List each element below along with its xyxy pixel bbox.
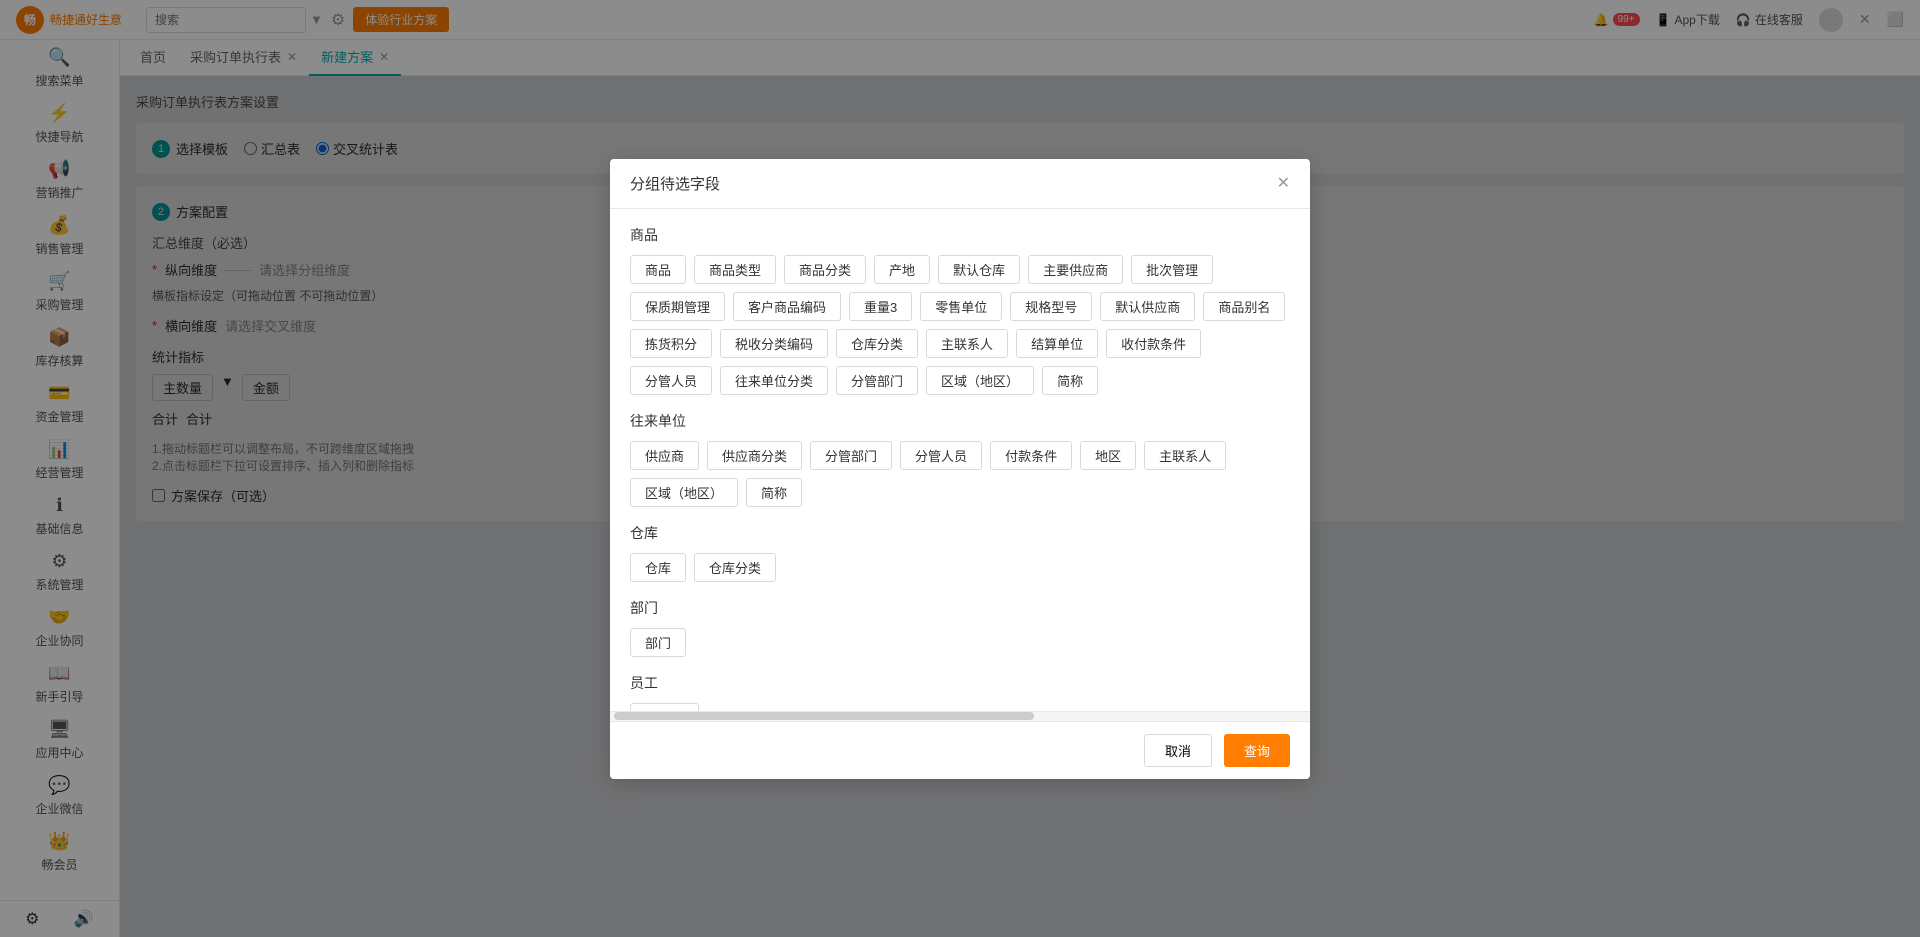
modal: 分组待选字段 ✕ 商品商品商品类型商品分类产地默认仓库主要供应商批次管理保质期管… (610, 159, 1310, 779)
field-item-0-18[interactable]: 结算单位 (1016, 329, 1098, 358)
field-item-0-13[interactable]: 商品别名 (1203, 292, 1285, 321)
field-item-0-22[interactable]: 分管部门 (836, 366, 918, 395)
confirm-button[interactable]: 查询 (1224, 734, 1290, 767)
field-item-0-19[interactable]: 收付款条件 (1106, 329, 1201, 358)
field-item-2-0[interactable]: 仓库 (630, 553, 686, 582)
field-item-0-20[interactable]: 分管人员 (630, 366, 712, 395)
field-item-4-0[interactable]: 业务员 (630, 703, 699, 711)
field-item-1-8[interactable]: 简称 (746, 478, 802, 507)
field-item-1-2[interactable]: 分管部门 (810, 441, 892, 470)
field-item-0-21[interactable]: 往来单位分类 (720, 366, 828, 395)
field-item-0-6[interactable]: 批次管理 (1131, 255, 1213, 284)
field-item-0-11[interactable]: 规格型号 (1010, 292, 1092, 321)
field-item-0-5[interactable]: 主要供应商 (1028, 255, 1123, 284)
modal-footer: 取消 查询 (610, 721, 1310, 779)
field-item-0-15[interactable]: 税收分类编码 (720, 329, 828, 358)
field-item-0-9[interactable]: 重量3 (849, 292, 912, 321)
field-item-0-3[interactable]: 产地 (874, 255, 930, 284)
field-group-2: 仓库仓库仓库分类 (630, 523, 1290, 582)
field-item-0-4[interactable]: 默认仓库 (938, 255, 1020, 284)
field-group-title-1: 往来单位 (630, 411, 1290, 431)
modal-title: 分组待选字段 (630, 173, 720, 194)
field-item-0-1[interactable]: 商品类型 (694, 255, 776, 284)
field-item-1-1[interactable]: 供应商分类 (707, 441, 802, 470)
field-item-1-5[interactable]: 地区 (1080, 441, 1136, 470)
field-item-3-0[interactable]: 部门 (630, 628, 686, 657)
field-items-1: 供应商供应商分类分管部门分管人员付款条件地区主联系人区域（地区） 简称 (630, 441, 1290, 507)
field-group-title-2: 仓库 (630, 523, 1290, 543)
field-item-1-0[interactable]: 供应商 (630, 441, 699, 470)
field-group-title-3: 部门 (630, 598, 1290, 618)
modal-overlay: 分组待选字段 ✕ 商品商品商品类型商品分类产地默认仓库主要供应商批次管理保质期管… (0, 0, 1920, 937)
field-group-1: 往来单位供应商供应商分类分管部门分管人员付款条件地区主联系人区域（地区） 简称 (630, 411, 1290, 507)
horizontal-scrollbar[interactable] (610, 711, 1310, 721)
modal-header: 分组待选字段 ✕ (610, 159, 1310, 209)
field-group-3: 部门部门 (630, 598, 1290, 657)
field-items-0: 商品商品类型商品分类产地默认仓库主要供应商批次管理保质期管理客户商品编码重量3 零… (630, 255, 1290, 395)
field-item-0-7[interactable]: 保质期管理 (630, 292, 725, 321)
field-items-3: 部门 (630, 628, 1290, 657)
field-item-1-6[interactable]: 主联系人 (1144, 441, 1226, 470)
field-item-1-7[interactable]: 区域（地区） (630, 478, 738, 507)
field-item-0-12[interactable]: 默认供应商 (1100, 292, 1195, 321)
field-item-0-0[interactable]: 商品 (630, 255, 686, 284)
field-group-title-0: 商品 (630, 225, 1290, 245)
field-item-0-17[interactable]: 主联系人 (926, 329, 1008, 358)
field-group-title-4: 员工 (630, 673, 1290, 693)
modal-body: 商品商品商品类型商品分类产地默认仓库主要供应商批次管理保质期管理客户商品编码重量… (610, 209, 1310, 711)
field-item-1-3[interactable]: 分管人员 (900, 441, 982, 470)
field-item-0-23[interactable]: 区域（地区） (926, 366, 1034, 395)
field-items-2: 仓库仓库分类 (630, 553, 1290, 582)
field-group-0: 商品商品商品类型商品分类产地默认仓库主要供应商批次管理保质期管理客户商品编码重量… (630, 225, 1290, 395)
field-group-4: 员工业务员 (630, 673, 1290, 711)
field-item-0-14[interactable]: 拣货积分 (630, 329, 712, 358)
cancel-button[interactable]: 取消 (1144, 734, 1212, 767)
field-items-4: 业务员 (630, 703, 1290, 711)
field-item-0-16[interactable]: 仓库分类 (836, 329, 918, 358)
field-item-1-4[interactable]: 付款条件 (990, 441, 1072, 470)
scroll-thumb[interactable] (614, 712, 1034, 720)
field-item-0-8[interactable]: 客户商品编码 (733, 292, 841, 321)
field-item-2-1[interactable]: 仓库分类 (694, 553, 776, 582)
field-item-0-2[interactable]: 商品分类 (784, 255, 866, 284)
field-item-0-10[interactable]: 零售单位 (920, 292, 1002, 321)
modal-close-button[interactable]: ✕ (1277, 173, 1290, 193)
field-item-0-24[interactable]: 简称 (1042, 366, 1098, 395)
